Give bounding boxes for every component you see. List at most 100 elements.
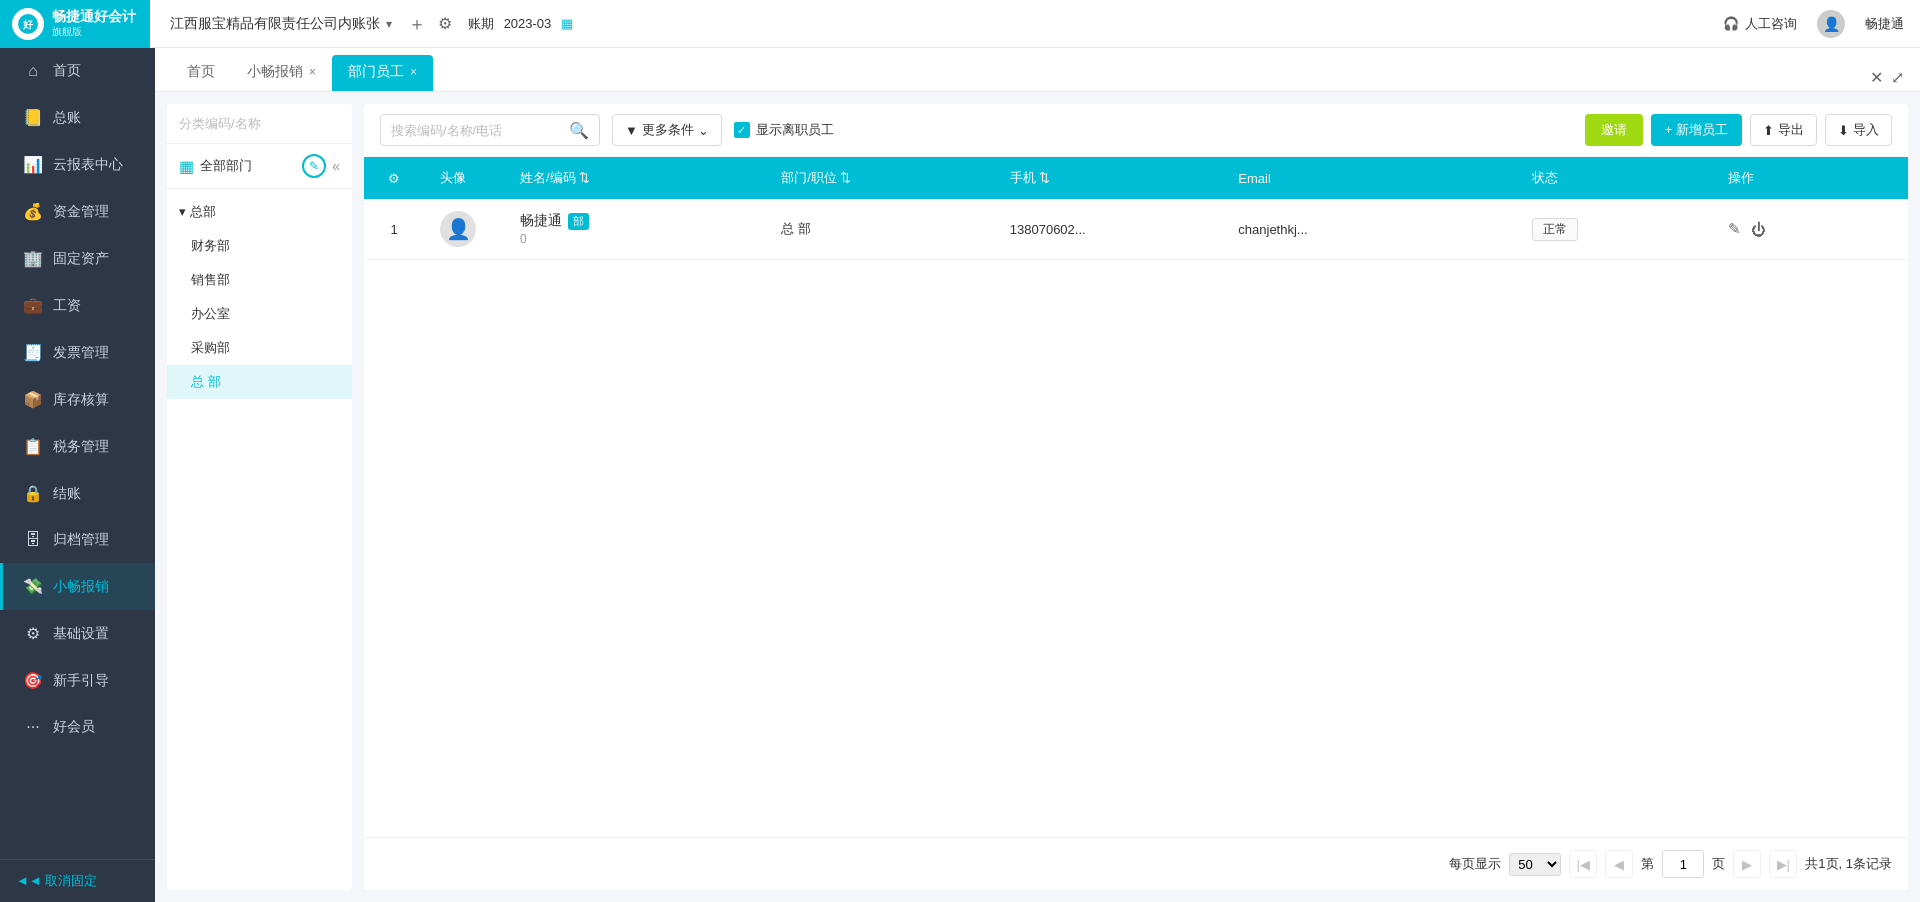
app-subtitle: 旗舰版 <box>52 25 136 39</box>
page-prev-button[interactable]: ◀ <box>1605 850 1633 878</box>
right-panel: 🔍 ▼ 更多条件 ⌄ ✓ 显示离职员工 邀请 <box>364 104 1908 890</box>
dept-panel: 🔍 ▦ 全部部门 ✎ « ▾ 总部 财务部 <box>167 104 352 890</box>
sidebar-item-xiaochange[interactable]: 💸 小畅报销 <box>0 563 155 610</box>
invoice-icon: 🧾 <box>23 343 43 362</box>
sidebar-label-funds: 资金管理 <box>53 203 109 221</box>
sidebar-item-home[interactable]: ⌂ 首页 <box>0 48 155 94</box>
row-status: 正常 <box>1516 199 1712 260</box>
tab-home[interactable]: 首页 <box>171 55 231 91</box>
sidebar-label-assets: 固定资产 <box>53 250 109 268</box>
invite-button[interactable]: 邀请 <box>1585 114 1643 146</box>
dept-edit-button[interactable]: ✎ <box>302 154 326 178</box>
dept-node-finance[interactable]: 财务部 <box>167 229 352 263</box>
tab-xiaochange-label: 小畅报销 <box>247 63 303 81</box>
sidebar-label-invoice: 发票管理 <box>53 344 109 362</box>
table-header: ⚙ 头像 姓名/编码 ⇅ 部门/职位 ⇅ <box>364 157 1908 199</box>
row-actions: ✎ ⏻ <box>1712 199 1908 260</box>
settings-icon[interactable]: ⚙ <box>438 14 452 33</box>
sidebar-item-baseset[interactable]: ⚙ 基础设置 <box>0 610 155 657</box>
search-icon[interactable]: 🔍 <box>569 121 589 140</box>
sidebar: ⌂ 首页 📒 总账 📊 云报表中心 💰 资金管理 🏢 固定资产 💼 工资 🧾 发… <box>0 48 155 902</box>
show-resigned-label: 显示离职员工 <box>756 121 834 139</box>
per-page-select[interactable]: 50 10 20 100 <box>1509 853 1561 876</box>
page-next-button[interactable]: ▶ <box>1733 850 1761 878</box>
pagination: 每页显示 50 10 20 100 |◀ ◀ 第 页 ▶ ▶| 共1页, 1条记… <box>364 837 1908 890</box>
tab-deptstaff-close[interactable]: × <box>410 65 417 79</box>
col-email: Email <box>1222 157 1516 199</box>
page-label: 第 <box>1641 855 1654 873</box>
dept-all-departments[interactable]: ▦ 全部部门 ✎ « <box>167 144 352 189</box>
total-info: 共1页, 1条记录 <box>1805 855 1892 873</box>
export-button[interactable]: ⬆ 导出 <box>1750 114 1817 146</box>
col-avatar: 头像 <box>424 157 504 199</box>
tab-close-button[interactable]: ✕ <box>1870 68 1883 87</box>
tab-home-label: 首页 <box>187 63 215 81</box>
username[interactable]: 畅捷通 <box>1865 15 1904 33</box>
page-last-button[interactable]: ▶| <box>1769 850 1797 878</box>
tab-maximize-button[interactable]: ⤢ <box>1891 68 1904 87</box>
filter-button[interactable]: ▼ 更多条件 ⌄ <box>612 114 722 146</box>
dept-node-sales[interactable]: 销售部 <box>167 263 352 297</box>
company-name: 江西服宝精品有限责任公司内账张 <box>170 15 380 33</box>
tab-xiaochange-close[interactable]: × <box>309 65 316 79</box>
company-selector[interactable]: 江西服宝精品有限责任公司内账张 ▾ <box>170 15 392 33</box>
inventory-icon: 📦 <box>23 390 43 409</box>
cancel-fixed-label: ◄◄ 取消固定 <box>16 872 97 890</box>
sidebar-item-assets[interactable]: 🏢 固定资产 <box>0 235 155 282</box>
company-dropdown-icon: ▾ <box>386 17 392 31</box>
funds-icon: 💰 <box>23 202 43 221</box>
sidebar-label-home: 首页 <box>53 62 81 80</box>
dept-search-input[interactable] <box>179 116 347 131</box>
sidebar-item-funds[interactable]: 💰 资金管理 <box>0 188 155 235</box>
sidebar-item-salary[interactable]: 💼 工资 <box>0 282 155 329</box>
add-employee-button[interactable]: + 新增员工 <box>1651 114 1742 146</box>
employee-search-input[interactable] <box>391 123 563 138</box>
assets-icon: 🏢 <box>23 249 43 268</box>
sidebar-item-invoice[interactable]: 🧾 发票管理 <box>0 329 155 376</box>
sidebar-item-ledger[interactable]: 📒 总账 <box>0 94 155 141</box>
page-first-button[interactable]: |◀ <box>1569 850 1597 878</box>
add-icon[interactable]: ＋ <box>408 12 426 36</box>
row-email: chanjethkj... <box>1222 199 1516 260</box>
sidebar-item-more[interactable]: ··· 好会员 <box>0 704 155 750</box>
sidebar-item-archive[interactable]: 🗄 归档管理 <box>0 517 155 563</box>
page-input[interactable] <box>1662 850 1704 878</box>
sidebar-label-salary: 工资 <box>53 297 81 315</box>
import-icon: ⬇ <box>1838 123 1849 138</box>
dept-node-purchase[interactable]: 采购部 <box>167 331 352 365</box>
sidebar-item-closing[interactable]: 🔒 结账 <box>0 470 155 517</box>
cancel-fixed-button[interactable]: ◄◄ 取消固定 <box>0 859 155 902</box>
sidebar-item-guide[interactable]: 🎯 新手引导 <box>0 657 155 704</box>
sidebar-item-inventory[interactable]: 📦 库存核算 <box>0 376 155 423</box>
tab-xiaochange[interactable]: 小畅报销 × <box>231 55 332 91</box>
dept-search-area: 🔍 <box>167 104 352 144</box>
sidebar-item-tax[interactable]: 📋 税务管理 <box>0 423 155 470</box>
dept-node-office[interactable]: 办公室 <box>167 297 352 331</box>
sidebar-label-tax: 税务管理 <box>53 438 109 456</box>
dept-node-hq[interactable]: 总 部 <box>167 365 352 399</box>
employee-search-box: 🔍 <box>380 114 600 146</box>
grid-icon: ▦ <box>179 157 194 176</box>
sidebar-label-archive: 归档管理 <box>53 531 109 549</box>
closing-icon: 🔒 <box>23 484 43 503</box>
tab-bar: 首页 小畅报销 × 部门员工 × ✕ ⤢ <box>155 48 1920 92</box>
sidebar-label-xiaochange: 小畅报销 <box>53 578 109 596</box>
show-resigned-checkbox[interactable]: ✓ 显示离职员工 <box>734 121 834 139</box>
col-settings[interactable]: ⚙ <box>364 157 424 199</box>
import-button[interactable]: ⬇ 导入 <box>1825 114 1892 146</box>
dept-collapse-icon[interactable]: « <box>332 158 340 174</box>
logout-icon[interactable]: ⏻ <box>1751 221 1766 238</box>
service-button[interactable]: 🎧 人工咨询 <box>1723 15 1797 33</box>
sidebar-label-ledger: 总账 <box>53 109 81 127</box>
sidebar-item-reports[interactable]: 📊 云报表中心 <box>0 141 155 188</box>
col-dept-position[interactable]: 部门/职位 ⇅ <box>765 157 994 199</box>
tab-deptstaff[interactable]: 部门员工 × <box>332 55 433 91</box>
calendar-icon[interactable]: ▦ <box>561 16 573 31</box>
edit-icon[interactable]: ✎ <box>1728 220 1741 238</box>
col-phone[interactable]: 手机 ⇅ <box>994 157 1223 199</box>
employee-table-container: ⚙ 头像 姓名/编码 ⇅ 部门/职位 ⇅ <box>364 157 1908 837</box>
checkbox-icon: ✓ <box>734 122 750 138</box>
avatar: 👤 <box>1817 10 1845 38</box>
dept-node-general[interactable]: ▾ 总部 <box>167 195 352 229</box>
col-name-code[interactable]: 姓名/编码 ⇅ <box>504 157 765 199</box>
